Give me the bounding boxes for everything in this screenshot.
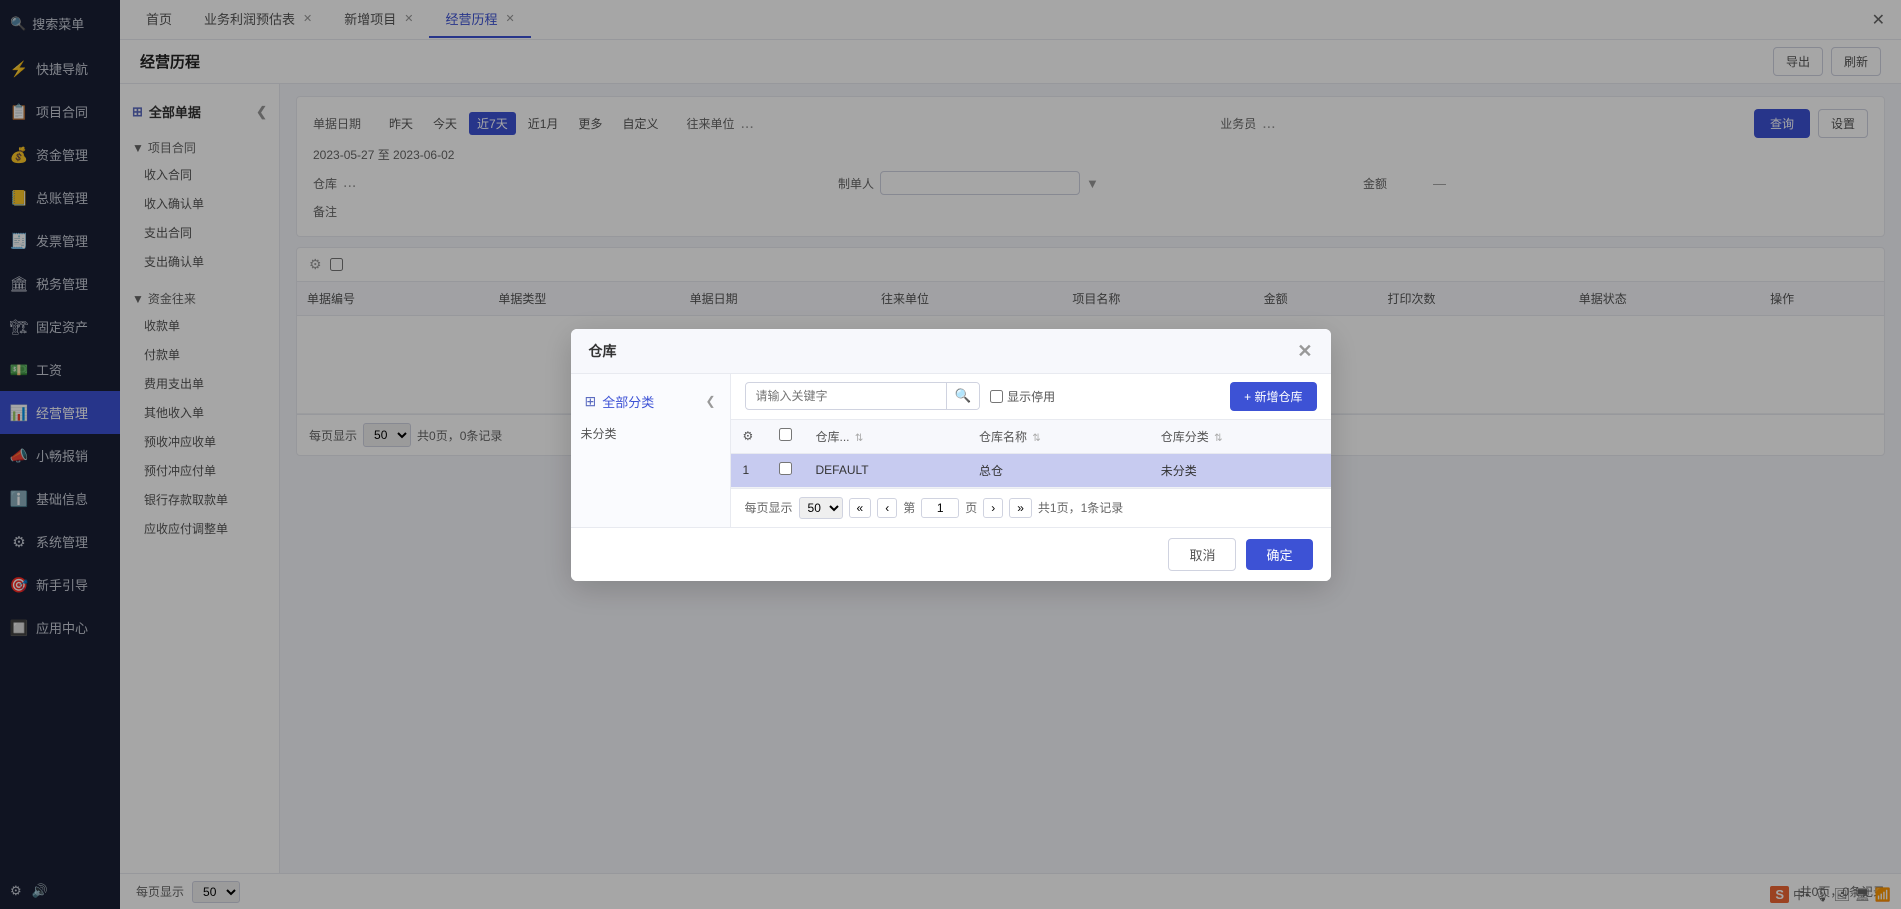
modal-tree-all-label: 全部分类 bbox=[602, 392, 654, 411]
modal-header: 仓库 ✕ bbox=[571, 329, 1331, 374]
row-category: 未分类 bbox=[1149, 453, 1331, 487]
modal-col-gear: ⚙ bbox=[731, 420, 767, 454]
modal-show-disabled-label[interactable]: 显示停用 bbox=[990, 388, 1055, 405]
modal-content-right: 🔍 显示停用 + 新增仓库 ⚙ bbox=[731, 374, 1331, 527]
row-checkbox-cell bbox=[767, 453, 804, 487]
modal-tree-all[interactable]: ⊞ 全部分类 ❮ bbox=[571, 384, 730, 419]
modal-search-wrap: 🔍 bbox=[745, 382, 981, 410]
modal-col-checkbox bbox=[767, 420, 804, 454]
show-disabled-text: 显示停用 bbox=[1007, 388, 1055, 405]
modal-page-input[interactable] bbox=[921, 498, 959, 518]
modal-tree-grid-icon: ⊞ bbox=[585, 393, 597, 410]
modal-footer: 取消 确定 bbox=[571, 527, 1331, 581]
modal-tree-unclassified[interactable]: 未分类 bbox=[571, 419, 730, 448]
modal-title: 仓库 bbox=[589, 341, 617, 361]
modal-body: ⊞ 全部分类 ❮ 未分类 🔍 bbox=[571, 374, 1331, 527]
sort-icon-code: ⇅ bbox=[855, 433, 863, 444]
modal-cancel-btn[interactable]: 取消 bbox=[1168, 538, 1236, 571]
row-checkbox[interactable] bbox=[779, 462, 792, 475]
row-name: 总仓 bbox=[967, 453, 1149, 487]
modal-last-page-btn[interactable]: » bbox=[1009, 498, 1032, 518]
table-row[interactable]: 1 DEFAULT 总仓 未分类 bbox=[731, 453, 1331, 487]
modal-tree: ⊞ 全部分类 ❮ 未分类 bbox=[571, 374, 731, 527]
modal-search-input[interactable] bbox=[746, 384, 946, 408]
modal-table: ⚙ 仓库... ⇅ 仓库名称 ⇅ bbox=[731, 420, 1331, 488]
modal-page-size-label: 每页显示 bbox=[745, 499, 793, 516]
modal-close-btn[interactable]: ✕ bbox=[1297, 342, 1312, 360]
modal-table-wrap: ⚙ 仓库... ⇅ 仓库名称 ⇅ bbox=[731, 420, 1331, 488]
modal-pagination: 每页显示 50 « ‹ 第 页 › » 共1页，1条记录 bbox=[731, 488, 1331, 527]
modal-tree-unclassified-label: 未分类 bbox=[581, 427, 617, 441]
modal-page-size-select[interactable]: 50 bbox=[799, 497, 843, 519]
modal-overlay: 仓库 ✕ ⊞ 全部分类 ❮ 未分类 bbox=[0, 0, 1901, 909]
row-code: DEFAULT bbox=[804, 453, 967, 487]
modal-first-page-btn[interactable]: « bbox=[849, 498, 872, 518]
modal-prev-page-btn[interactable]: ‹ bbox=[877, 498, 897, 518]
modal-page-label: 第 bbox=[903, 499, 915, 516]
sort-icon-category: ⇅ bbox=[1214, 433, 1222, 444]
show-disabled-checkbox[interactable] bbox=[990, 390, 1003, 403]
modal-page-end-label: 页 bbox=[965, 499, 977, 516]
row-index: 1 bbox=[731, 453, 767, 487]
modal-search-btn[interactable]: 🔍 bbox=[946, 383, 980, 409]
modal-add-btn[interactable]: + 新增仓库 bbox=[1230, 382, 1316, 411]
modal-confirm-btn[interactable]: 确定 bbox=[1246, 539, 1312, 570]
modal-toolbar: 🔍 显示停用 + 新增仓库 bbox=[731, 374, 1331, 420]
modal-tree-collapse-icon[interactable]: ❮ bbox=[705, 394, 715, 408]
search-icon: 🔍 bbox=[955, 388, 972, 403]
modal-col-code: 仓库... ⇅ bbox=[804, 420, 967, 454]
modal-gear-icon[interactable]: ⚙ bbox=[743, 429, 754, 443]
sort-icon-name: ⇅ bbox=[1032, 433, 1040, 444]
modal-next-page-btn[interactable]: › bbox=[983, 498, 1003, 518]
modal-total-label: 共1页，1条记录 bbox=[1038, 499, 1123, 516]
modal-select-all[interactable] bbox=[779, 428, 792, 441]
modal-col-category: 仓库分类 ⇅ bbox=[1149, 420, 1331, 454]
modal-col-name: 仓库名称 ⇅ bbox=[967, 420, 1149, 454]
warehouse-modal: 仓库 ✕ ⊞ 全部分类 ❮ 未分类 bbox=[571, 329, 1331, 581]
